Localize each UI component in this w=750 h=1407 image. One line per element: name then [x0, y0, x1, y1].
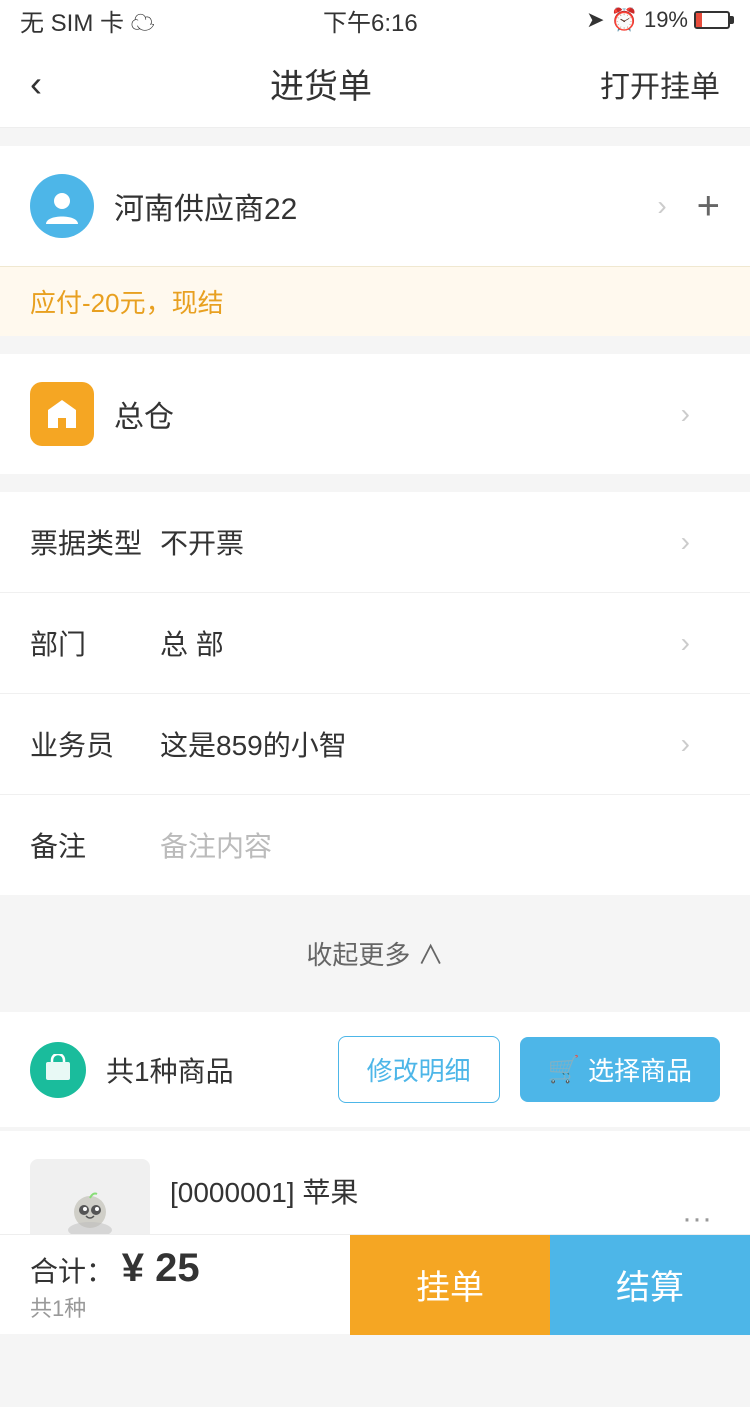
- invoice-type-value: 不开票: [160, 522, 681, 562]
- supplier-section: 河南供应商22 › + 应付-20元，现结: [0, 146, 750, 336]
- select-product-button[interactable]: 🛒 选择商品: [520, 1037, 720, 1102]
- products-icon: [30, 1042, 86, 1098]
- total-section: 合计： ¥ 25 共1种: [0, 1246, 350, 1323]
- battery-icon: [694, 11, 730, 29]
- add-icon[interactable]: +: [697, 184, 720, 229]
- chevron-right-icon: ›: [681, 627, 690, 659]
- remark-input[interactable]: 备注内容: [160, 825, 720, 865]
- staff-value: 这是859的小智: [160, 724, 681, 764]
- warehouse-section[interactable]: 总仓 ›: [0, 354, 750, 474]
- battery-level: 19%: [644, 7, 688, 33]
- chevron-right-icon: ›: [681, 526, 690, 558]
- product-name: [0000001] 苹果: [170, 1171, 654, 1211]
- warehouse-icon: [30, 382, 94, 446]
- location-icon: ➤: [586, 7, 604, 33]
- chevron-right-icon: ›: [681, 728, 690, 760]
- cart-icon: 🛒: [548, 1054, 580, 1085]
- chevron-right-icon: ›: [681, 398, 690, 430]
- products-header: 共1种商品 修改明细 🛒 选择商品: [0, 1012, 750, 1127]
- status-right: ➤ ⏰ 19%: [586, 7, 730, 33]
- supplier-row[interactable]: 河南供应商22 › +: [0, 146, 750, 266]
- back-button[interactable]: ‹: [30, 63, 42, 105]
- sim-status: 无 SIM 卡 ☁: [20, 3, 155, 38]
- supplier-notice: 应付-20元，现结: [0, 266, 750, 336]
- page-title: 进货单: [270, 59, 372, 108]
- status-left: 无 SIM 卡 ☁: [20, 3, 155, 38]
- total-count: 共1种: [30, 1291, 320, 1323]
- hang-button[interactable]: 挂单: [350, 1235, 550, 1335]
- open-hang-button[interactable]: 打开挂单: [600, 62, 720, 106]
- total-amount: ¥ 25: [122, 1246, 200, 1290]
- chevron-right-icon: ›: [657, 190, 666, 222]
- products-count: 共1种商品: [106, 1050, 318, 1090]
- staff-row[interactable]: 业务员 这是859的小智 ›: [0, 694, 750, 795]
- checkout-button[interactable]: 结算: [550, 1235, 750, 1335]
- total-label: 合计：: [30, 1256, 114, 1287]
- form-section: 票据类型 不开票 › 部门 总 部 › 业务员 这是859的小智 › 备注 备注…: [0, 492, 750, 895]
- staff-label: 业务员: [30, 724, 160, 764]
- invoice-type-row[interactable]: 票据类型 不开票 ›: [0, 492, 750, 593]
- supplier-name: 河南供应商22: [114, 184, 657, 228]
- status-bar: 无 SIM 卡 ☁ 下午6:16 ➤ ⏰ 19%: [0, 0, 750, 40]
- collapse-bar[interactable]: 收起更多 ∧: [0, 913, 750, 994]
- status-time: 下午6:16: [323, 3, 418, 38]
- edit-detail-button[interactable]: 修改明细: [338, 1036, 500, 1103]
- invoice-type-label: 票据类型: [30, 522, 160, 562]
- nav-bar: ‹ 进货单 打开挂单: [0, 40, 750, 128]
- bottom-bar: 合计： ¥ 25 共1种 挂单 结算: [0, 1234, 750, 1334]
- department-value: 总 部: [160, 623, 681, 663]
- alarm-icon: ⏰: [611, 7, 638, 33]
- remark-label: 备注: [30, 825, 160, 865]
- remark-row[interactable]: 备注 备注内容: [0, 795, 750, 895]
- department-label: 部门: [30, 623, 160, 663]
- warehouse-name: 总仓: [114, 392, 681, 436]
- department-row[interactable]: 部门 总 部 ›: [0, 593, 750, 694]
- supplier-avatar: [30, 174, 94, 238]
